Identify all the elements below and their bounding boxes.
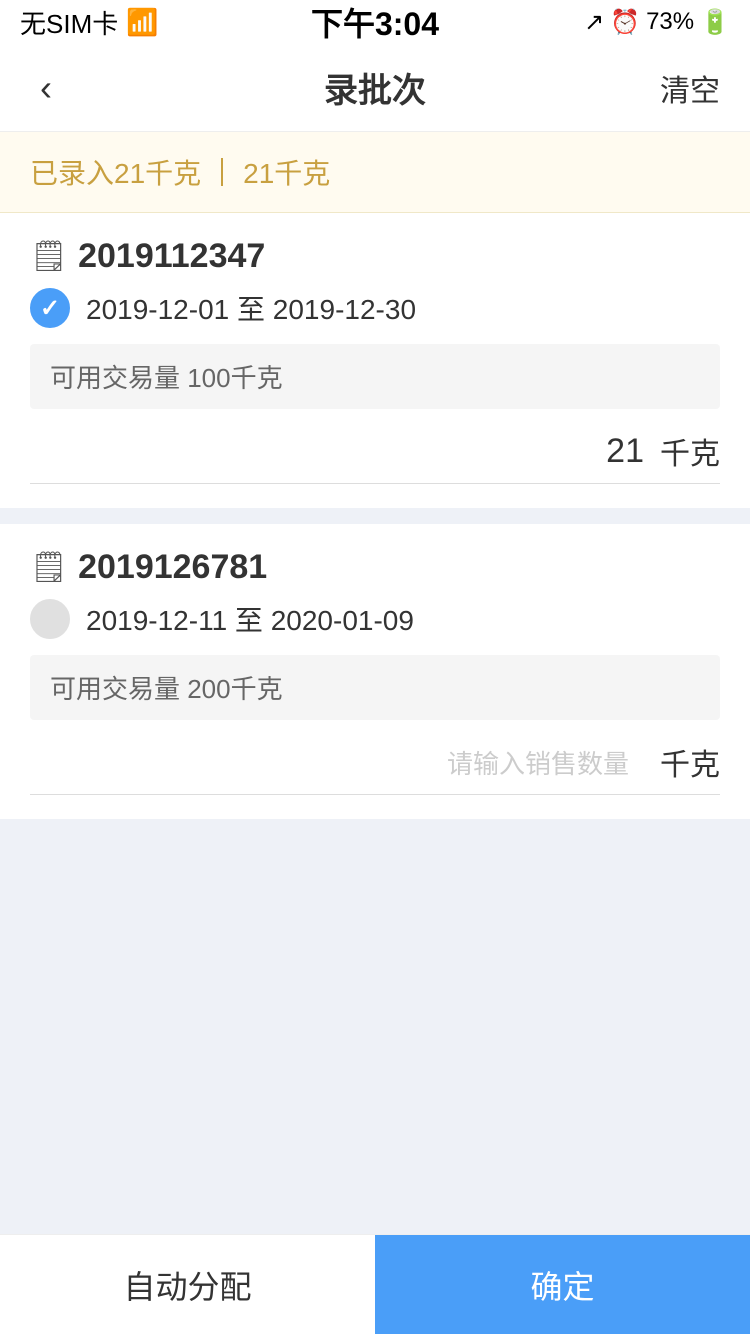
batch-unit-2: 千克 [660,740,720,784]
section-divider [0,508,750,524]
confirm-button[interactable]: 确定 [375,1235,750,1334]
nav-bar: ‹ 录批次 清空 [0,44,750,132]
status-time: 下午3:04 [311,0,439,45]
batch-header-1: 🗒 2019112347 [30,237,720,276]
batch-unit-1: 千克 [660,429,720,473]
batch-date-row-2: 2019-12-11 至 2020-01-09 [30,599,720,639]
batch-list: 🗒 2019112347 2019-12-01 至 2019-12-30 可用交… [0,213,750,1239]
back-button[interactable]: ‹ [30,57,62,119]
location-icon: ↗ [584,8,604,37]
batch-qty-label-1: 可用交易量 100千克 [30,344,720,409]
batch-date-2: 2019-12-11 至 2020-01-09 [86,599,414,639]
wifi-icon: 📶 [126,7,158,38]
batch-input-row-2: 千克 [30,740,720,795]
page-title: 录批次 [324,63,426,112]
carrier-text: 无SIM卡 [20,4,118,41]
summary-label: 已录入21千克 [30,152,201,192]
batch-radio-2[interactable] [30,599,70,639]
batch-date-row-1: 2019-12-01 至 2019-12-30 [30,288,720,328]
batch-input-2[interactable] [444,743,644,782]
alarm-icon: ⏰ [610,8,640,37]
status-right: ↗ ⏰ 73% 🔋 [584,8,730,37]
batch-radio-1[interactable] [30,288,70,328]
batch-item-2: 🗒 2019126781 2019-12-11 至 2020-01-09 可用交… [0,524,750,819]
batch-icon-2: 🗒 [30,550,68,585]
bottom-bar: 自动分配 确定 [0,1234,750,1334]
empty-area [0,819,750,1239]
status-left: 无SIM卡 📶 [20,4,159,41]
batch-number-1: 2019112347 [78,237,265,276]
status-bar: 无SIM卡 📶 下午3:04 ↗ ⏰ 73% 🔋 [0,0,750,44]
summary-value: 21千克 [243,152,330,192]
batch-value-1: 21 [30,432,644,471]
batch-icon-1: 🗒 [30,239,68,274]
batch-header-2: 🗒 2019126781 [30,548,720,587]
batch-qty-label-2: 可用交易量 200千克 [30,655,720,720]
battery-icon: 🔋 [700,8,730,37]
summary-bar: 已录入21千克 21千克 [0,132,750,213]
batch-number-2: 2019126781 [78,548,267,587]
batch-item-1: 🗒 2019112347 2019-12-01 至 2019-12-30 可用交… [0,213,750,508]
batch-date-1: 2019-12-01 至 2019-12-30 [86,288,416,328]
auto-distribute-button[interactable]: 自动分配 [0,1235,375,1334]
battery-text: 73% [646,8,694,36]
clear-button[interactable]: 清空 [660,66,720,110]
summary-divider [221,158,223,186]
batch-input-row-1: 21 千克 [30,429,720,484]
